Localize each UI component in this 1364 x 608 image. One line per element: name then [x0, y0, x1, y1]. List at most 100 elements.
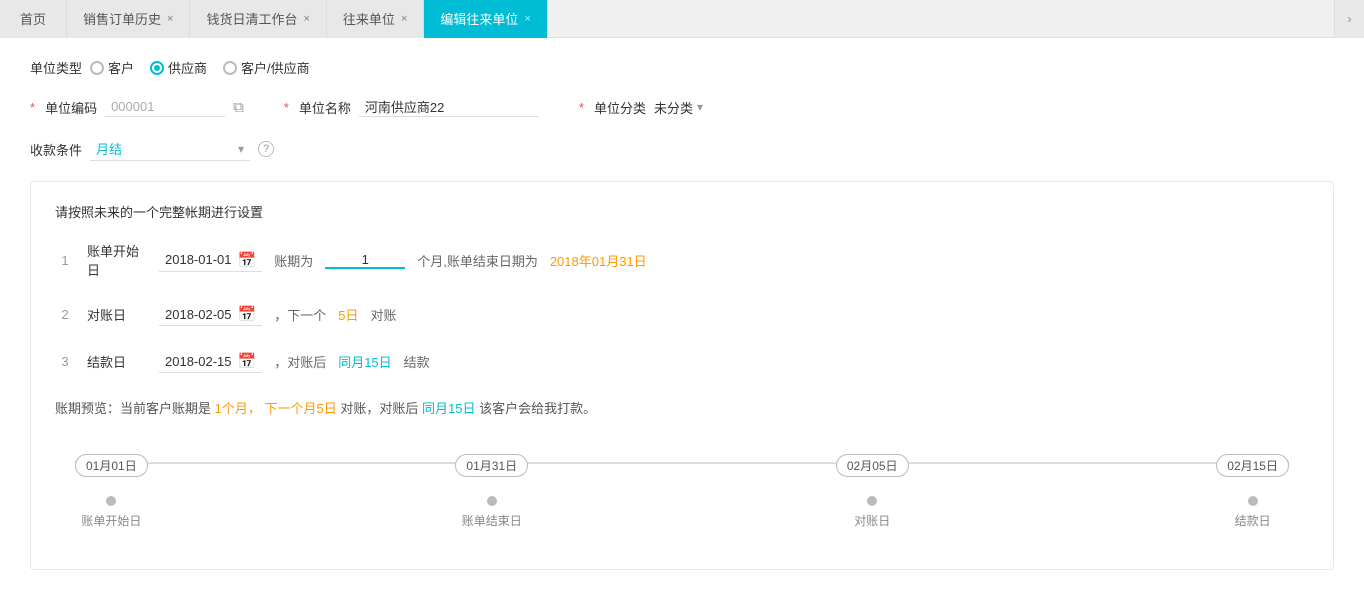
help-icon[interactable]: ?: [258, 141, 274, 157]
payment-value: 月结: [96, 139, 232, 158]
payment-label: 收款条件: [30, 140, 82, 159]
start-date-field[interactable]: 2018-01-01 📅: [159, 249, 262, 272]
row-label-1: 账单开始日: [87, 241, 147, 279]
close-icon[interactable]: ×: [167, 13, 173, 25]
tab-edit-partner-label: 编辑往来单位: [440, 9, 518, 28]
node-caption-0: 账单开始日: [81, 512, 141, 529]
category-label: 单位分类: [594, 98, 646, 117]
radio-customer-circle: [90, 61, 104, 75]
month-input[interactable]: [325, 252, 405, 269]
row-label-2: 对账日: [87, 305, 147, 324]
preview-text: 账期预览：当前客户账期是 1个月， 下一个月5日 对账，对账后 同月15日 该客…: [55, 397, 1309, 420]
tab-cash-work[interactable]: 钱货日清工作台 ×: [190, 0, 326, 38]
row-desc-1b: 个月,账单结束日期为: [417, 251, 538, 270]
chevron-down-icon: ▾: [697, 100, 703, 114]
radio-customer-supplier-circle: [223, 61, 237, 75]
node-date-3: 02月15日: [1216, 454, 1289, 477]
radio-supplier-label: 供应商: [168, 58, 207, 77]
name-input[interactable]: [359, 97, 539, 117]
category-required: *: [579, 100, 584, 115]
calendar-icon[interactable]: 📅: [238, 352, 257, 370]
row-num-3: 3: [55, 354, 75, 369]
name-field: * 单位名称: [284, 97, 539, 117]
radio-customer-label: 客户: [108, 58, 134, 77]
category-value: 未分类: [654, 98, 693, 117]
row-num-2: 2: [55, 307, 75, 322]
close-icon[interactable]: ×: [524, 13, 530, 25]
preview-label: 账期预览：当前客户账期是: [55, 401, 211, 416]
node-date-1: 01月31日: [455, 454, 528, 477]
end-date-highlight: 2018年01月31日: [550, 251, 647, 270]
timeline-node-2: 02月05日 对账日: [836, 454, 909, 529]
preview-part2: 下一个月5日: [265, 401, 337, 416]
unit-type-field: 单位类型 客户 供应商 客户/供应商: [30, 58, 310, 77]
category-dropdown[interactable]: 未分类 ▾: [654, 98, 703, 117]
payment-date-field[interactable]: 2018-02-15 📅: [159, 350, 262, 373]
unit-type-row: 单位类型 客户 供应商 客户/供应商: [30, 58, 1334, 77]
radio-supplier-circle: [150, 61, 164, 75]
preview-end: 该客户会给我打款。: [479, 401, 596, 416]
radio-customer-supplier[interactable]: 客户/供应商: [223, 58, 310, 77]
close-icon[interactable]: ×: [401, 13, 407, 25]
payment-highlight: 同月15日: [338, 352, 391, 371]
unit-type-label: 单位类型: [30, 58, 82, 77]
node-dot-0: [106, 496, 116, 506]
preview-part3: 同月15日: [422, 401, 475, 416]
settings-row-1: 1 账单开始日 2018-01-01 📅 账期为 个月,账单结束日期为 2018…: [55, 241, 1309, 279]
tab-bar: 首页 销售订单历史 × 钱货日清工作台 × 往来单位 × 编辑往来单位 × ›: [0, 0, 1364, 38]
node-caption-3: 结款日: [1235, 512, 1271, 529]
node-date-0: 01月01日: [75, 454, 148, 477]
start-date-text: 2018-01-01: [165, 252, 232, 267]
close-icon[interactable]: ×: [303, 13, 309, 25]
tab-sales-label: 销售订单历史: [83, 9, 161, 28]
radio-group: 客户 供应商 客户/供应商: [90, 58, 310, 77]
row-desc-2a: ，下一个: [274, 305, 326, 324]
copy-icon[interactable]: ⧉: [233, 99, 244, 116]
tab-cash-label: 钱货日清工作台: [206, 9, 297, 28]
code-input[interactable]: [105, 97, 225, 117]
node-caption-1: 账单结束日: [462, 512, 522, 529]
code-required: *: [30, 100, 35, 115]
node-date-2: 02月05日: [836, 454, 909, 477]
category-field: * 单位分类 未分类 ▾: [579, 98, 703, 117]
chevron-down-icon: ▾: [238, 142, 244, 156]
tab-sales-history[interactable]: 销售订单历史 ×: [67, 0, 190, 38]
tab-home-label: 首页: [20, 9, 46, 28]
code-field: * 单位编码 ⧉: [30, 97, 244, 117]
row-desc-1a: 账期为: [274, 251, 313, 270]
calendar-icon[interactable]: 📅: [238, 305, 257, 323]
settings-row-2: 2 对账日 2018-02-05 📅 ，下一个 5日 对账: [55, 303, 1309, 326]
timeline-node-3: 02月15日 结款日: [1216, 454, 1289, 529]
radio-customer[interactable]: 客户: [90, 58, 134, 77]
radio-supplier[interactable]: 供应商: [150, 58, 207, 77]
tab-scroll-arrow[interactable]: ›: [1334, 0, 1364, 38]
panel-box: 请按照未来的一个完整帐期进行设置 1 账单开始日 2018-01-01 📅 账期…: [30, 181, 1334, 570]
preview-part1: 1个月，: [215, 401, 261, 416]
node-caption-2: 对账日: [854, 512, 890, 529]
timeline-node-0: 01月01日 账单开始日: [75, 454, 148, 529]
row-desc-3b: 结款: [404, 352, 430, 371]
calendar-icon[interactable]: 📅: [238, 251, 257, 269]
timeline-nodes: 01月01日 账单开始日 01月31日 账单结束日 02月05日 对账日 02月…: [55, 454, 1309, 529]
node-dot-1: [487, 496, 497, 506]
main-content: 单位类型 客户 供应商 客户/供应商 * 单位编码: [0, 38, 1364, 608]
code-name-row: * 单位编码 ⧉ * 单位名称 * 单位分类 未分类 ▾: [30, 97, 1334, 117]
tab-home[interactable]: 首页: [0, 0, 67, 38]
tab-edit-partner[interactable]: 编辑往来单位 ×: [424, 0, 547, 38]
name-label: 单位名称: [299, 98, 351, 117]
reconcile-highlight: 5日: [338, 305, 358, 324]
reconcile-date-field[interactable]: 2018-02-05 📅: [159, 303, 262, 326]
payment-dropdown[interactable]: 月结 ▾: [90, 137, 250, 161]
name-required: *: [284, 100, 289, 115]
timeline-node-1: 01月31日 账单结束日: [455, 454, 528, 529]
timeline: 01月01日 账单开始日 01月31日 账单结束日 02月05日 对账日 02月…: [55, 444, 1309, 549]
preview-mid: 对账，对账后: [340, 401, 418, 416]
row-num-1: 1: [55, 253, 75, 268]
row-desc-2b: 对账: [370, 305, 396, 324]
row-label-3: 结款日: [87, 352, 147, 371]
payment-date-text: 2018-02-15: [165, 354, 232, 369]
tab-partner[interactable]: 往来单位 ×: [327, 0, 424, 38]
code-label: 单位编码: [45, 98, 97, 117]
panel-title: 请按照未来的一个完整帐期进行设置: [55, 202, 1309, 221]
tab-partner-label: 往来单位: [343, 9, 395, 28]
